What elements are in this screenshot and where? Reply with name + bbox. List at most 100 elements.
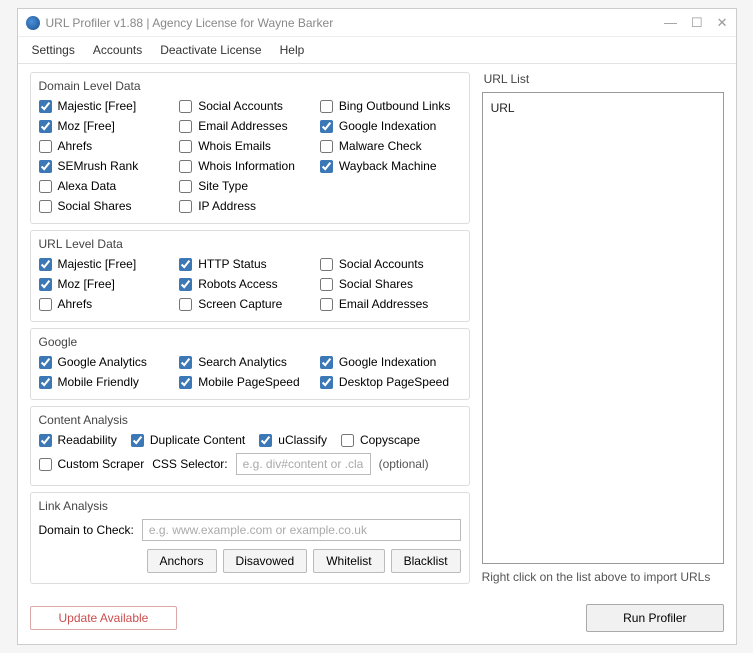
window-controls: — ☐ ✕ bbox=[664, 15, 728, 31]
group-google: Google Google Analytics Mobile Friendly … bbox=[30, 328, 470, 400]
close-button[interactable]: ✕ bbox=[717, 15, 728, 31]
domain-to-check-input[interactable] bbox=[142, 519, 461, 541]
cb-url-majestic-free-input[interactable] bbox=[39, 258, 52, 271]
cb-url-moz-free[interactable]: Moz [Free] bbox=[39, 277, 180, 291]
cb-google-indexation-g-input[interactable] bbox=[320, 356, 333, 369]
cb-malware-check-input[interactable] bbox=[320, 140, 333, 153]
group-title: Content Analysis bbox=[39, 413, 461, 427]
cb-ip-address[interactable]: IP Address bbox=[179, 199, 320, 213]
app-icon bbox=[26, 16, 40, 30]
cb-malware-check[interactable]: Malware Check bbox=[320, 139, 461, 153]
cb-whois-information-input[interactable] bbox=[179, 160, 192, 173]
cb-url-ahrefs-input[interactable] bbox=[39, 298, 52, 311]
cb-google-indexation-input[interactable] bbox=[320, 120, 333, 133]
cb-wayback-machine-input[interactable] bbox=[320, 160, 333, 173]
cb-google-indexation[interactable]: Google Indexation bbox=[320, 119, 461, 133]
cb-url-email-addresses-input[interactable] bbox=[320, 298, 333, 311]
window-title: URL Profiler v1.88 | Agency License for … bbox=[46, 16, 664, 30]
cb-majestic-free[interactable]: Majestic [Free] bbox=[39, 99, 180, 113]
domain-to-check-label: Domain to Check: bbox=[39, 523, 134, 537]
cb-custom-scraper[interactable]: Custom Scraper bbox=[39, 457, 145, 471]
cb-google-analytics-input[interactable] bbox=[39, 356, 52, 369]
cb-whois-information[interactable]: Whois Information bbox=[179, 159, 320, 173]
cb-copyscape-input[interactable] bbox=[341, 434, 354, 447]
cb-whois-emails[interactable]: Whois Emails bbox=[179, 139, 320, 153]
update-available-button[interactable]: Update Available bbox=[30, 606, 178, 630]
cb-mobile-pagespeed[interactable]: Mobile PageSpeed bbox=[179, 375, 320, 389]
cb-alexa-data-input[interactable] bbox=[39, 180, 52, 193]
maximize-button[interactable]: ☐ bbox=[691, 15, 703, 31]
menu-settings[interactable]: Settings bbox=[32, 43, 75, 57]
cb-mobile-pagespeed-input[interactable] bbox=[179, 376, 192, 389]
cb-whois-emails-input[interactable] bbox=[179, 140, 192, 153]
cb-site-type-input[interactable] bbox=[179, 180, 192, 193]
cb-google-indexation-g[interactable]: Google Indexation bbox=[320, 355, 461, 369]
menu-deactivate-license[interactable]: Deactivate License bbox=[160, 43, 261, 57]
cb-readability-input[interactable] bbox=[39, 434, 52, 447]
cb-url-moz-free-input[interactable] bbox=[39, 278, 52, 291]
cb-semrush-rank-input[interactable] bbox=[39, 160, 52, 173]
cb-mobile-friendly[interactable]: Mobile Friendly bbox=[39, 375, 180, 389]
cb-custom-scraper-input[interactable] bbox=[39, 458, 52, 471]
cb-url-ahrefs[interactable]: Ahrefs bbox=[39, 297, 180, 311]
optional-label: (optional) bbox=[379, 457, 429, 471]
cb-bing-outbound-links[interactable]: Bing Outbound Links bbox=[320, 99, 461, 113]
group-title: Domain Level Data bbox=[39, 79, 461, 93]
cb-http-status[interactable]: HTTP Status bbox=[179, 257, 320, 271]
cb-url-social-accounts[interactable]: Social Accounts bbox=[320, 257, 461, 271]
cb-screen-capture[interactable]: Screen Capture bbox=[179, 297, 320, 311]
cb-uclassify[interactable]: uClassify bbox=[259, 433, 327, 447]
cb-url-social-shares-input[interactable] bbox=[320, 278, 333, 291]
cb-duplicate-content-input[interactable] bbox=[131, 434, 144, 447]
cb-email-addresses[interactable]: Email Addresses bbox=[179, 119, 320, 133]
group-title: URL Level Data bbox=[39, 237, 461, 251]
cb-copyscape[interactable]: Copyscape bbox=[341, 433, 420, 447]
cb-readability[interactable]: Readability bbox=[39, 433, 117, 447]
menu-help[interactable]: Help bbox=[280, 43, 305, 57]
cb-search-analytics-input[interactable] bbox=[179, 356, 192, 369]
cb-robots-access[interactable]: Robots Access bbox=[179, 277, 320, 291]
cb-social-accounts-input[interactable] bbox=[179, 100, 192, 113]
cb-ahrefs[interactable]: Ahrefs bbox=[39, 139, 180, 153]
cb-desktop-pagespeed[interactable]: Desktop PageSpeed bbox=[320, 375, 461, 389]
menu-accounts[interactable]: Accounts bbox=[93, 43, 142, 57]
blacklist-button[interactable]: Blacklist bbox=[391, 549, 461, 573]
cb-social-accounts[interactable]: Social Accounts bbox=[179, 99, 320, 113]
cb-ip-address-input[interactable] bbox=[179, 200, 192, 213]
cb-screen-capture-input[interactable] bbox=[179, 298, 192, 311]
cb-wayback-machine[interactable]: Wayback Machine bbox=[320, 159, 461, 173]
cb-google-analytics[interactable]: Google Analytics bbox=[39, 355, 180, 369]
cb-http-status-input[interactable] bbox=[179, 258, 192, 271]
cb-desktop-pagespeed-input[interactable] bbox=[320, 376, 333, 389]
anchors-button[interactable]: Anchors bbox=[147, 549, 217, 573]
cb-moz-free[interactable]: Moz [Free] bbox=[39, 119, 180, 133]
css-selector-label: CSS Selector: bbox=[152, 457, 227, 471]
url-list-box[interactable]: URL bbox=[482, 92, 724, 564]
cb-url-social-accounts-input[interactable] bbox=[320, 258, 333, 271]
cb-bing-outbound-links-input[interactable] bbox=[320, 100, 333, 113]
cb-site-type[interactable]: Site Type bbox=[179, 179, 320, 193]
cb-semrush-rank[interactable]: SEMrush Rank bbox=[39, 159, 180, 173]
disavowed-button[interactable]: Disavowed bbox=[223, 549, 308, 573]
cb-moz-free-input[interactable] bbox=[39, 120, 52, 133]
cb-ahrefs-input[interactable] bbox=[39, 140, 52, 153]
cb-mobile-friendly-input[interactable] bbox=[39, 376, 52, 389]
cb-url-majestic-free[interactable]: Majestic [Free] bbox=[39, 257, 180, 271]
whitelist-button[interactable]: Whitelist bbox=[313, 549, 384, 573]
cb-url-email-addresses[interactable]: Email Addresses bbox=[320, 297, 461, 311]
cb-social-shares-input[interactable] bbox=[39, 200, 52, 213]
cb-majestic-free-input[interactable] bbox=[39, 100, 52, 113]
cb-email-addresses-input[interactable] bbox=[179, 120, 192, 133]
cb-duplicate-content[interactable]: Duplicate Content bbox=[131, 433, 245, 447]
cb-search-analytics[interactable]: Search Analytics bbox=[179, 355, 320, 369]
menubar: Settings Accounts Deactivate License Hel… bbox=[18, 37, 736, 64]
css-selector-input[interactable] bbox=[236, 453, 371, 475]
cb-robots-access-input[interactable] bbox=[179, 278, 192, 291]
cb-url-social-shares[interactable]: Social Shares bbox=[320, 277, 461, 291]
cb-alexa-data[interactable]: Alexa Data bbox=[39, 179, 180, 193]
minimize-button[interactable]: — bbox=[664, 15, 677, 31]
url-list-title: URL List bbox=[484, 72, 724, 86]
cb-social-shares[interactable]: Social Shares bbox=[39, 199, 180, 213]
cb-uclassify-input[interactable] bbox=[259, 434, 272, 447]
run-profiler-button[interactable]: Run Profiler bbox=[586, 604, 723, 632]
